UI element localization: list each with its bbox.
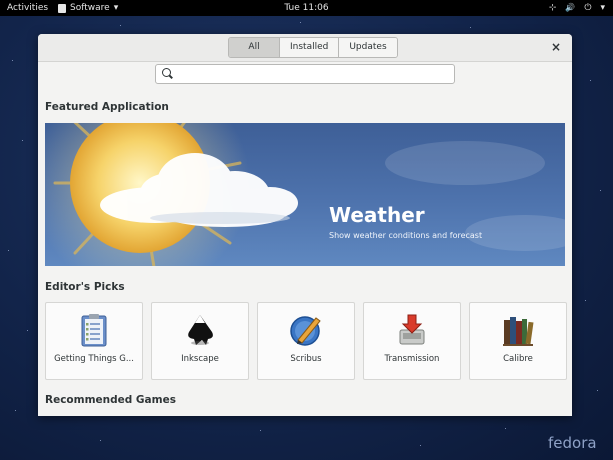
search-box[interactable] — [155, 64, 455, 84]
close-icon[interactable]: × — [551, 40, 561, 54]
app-tile-transmission[interactable]: Transmission — [363, 302, 461, 380]
inkscape-icon — [188, 315, 213, 345]
chevron-down-icon: ▾ — [113, 3, 119, 13]
tab-updates[interactable]: Updates — [339, 38, 397, 57]
app-name: Calibre — [503, 354, 533, 364]
app-tile-getting-things-gnome[interactable]: Getting Things G... — [45, 302, 143, 380]
scribus-icon — [290, 316, 321, 346]
featured-banner[interactable]: Weather Show weather conditions and fore… — [45, 123, 565, 266]
app-menu-label: Software — [70, 3, 110, 13]
recommended-games-title: Recommended Games — [45, 394, 176, 406]
activities-button[interactable]: Activities — [7, 0, 48, 16]
app-tile-calibre[interactable]: Calibre — [469, 302, 567, 380]
view-switcher: All Installed Updates — [228, 37, 398, 58]
app-name: Scribus — [290, 354, 322, 364]
chevron-down-icon: ▾ — [600, 3, 605, 13]
search-input[interactable] — [176, 66, 450, 82]
app-name: Transmission — [384, 354, 440, 364]
fedora-watermark: fedora — [548, 434, 597, 452]
search-icon — [162, 68, 171, 77]
network-icon: ⊹ — [548, 3, 557, 13]
header-bar: All Installed Updates × — [38, 34, 572, 62]
app-menu[interactable]: Software ▾ — [58, 0, 118, 16]
software-bag-icon — [58, 3, 66, 13]
top-bar: Activities Software ▾ Tue 11:06 ⊹ 🔊 ⏻ ▾ — [0, 0, 613, 16]
calibre-books-icon — [503, 317, 534, 346]
app-tile-scribus[interactable]: Scribus — [257, 302, 355, 380]
system-tray[interactable]: ⊹ 🔊 ⏻ ▾ — [549, 0, 605, 16]
tab-all[interactable]: All — [229, 38, 280, 57]
app-name: Inkscape — [181, 354, 219, 364]
editors-picks-title: Editor's Picks — [45, 281, 125, 293]
editors-picks-grid: Getting Things G... Inkscape Scribus Tra… — [45, 302, 567, 380]
volume-icon: 🔊 — [565, 3, 576, 12]
tab-installed[interactable]: Installed — [280, 38, 340, 57]
power-icon: ⏻ — [584, 3, 592, 13]
software-window: All Installed Updates × Featured Applica… — [38, 34, 572, 416]
featured-app-title: Weather — [329, 203, 425, 227]
weather-illustration — [45, 123, 565, 266]
clipboard-checklist-icon — [81, 314, 107, 347]
featured-section-title: Featured Application — [45, 101, 169, 113]
app-name: Getting Things G... — [54, 354, 134, 364]
app-tile-inkscape[interactable]: Inkscape — [151, 302, 249, 380]
transmission-icon — [399, 314, 425, 345]
featured-app-description: Show weather conditions and forecast — [329, 231, 483, 240]
